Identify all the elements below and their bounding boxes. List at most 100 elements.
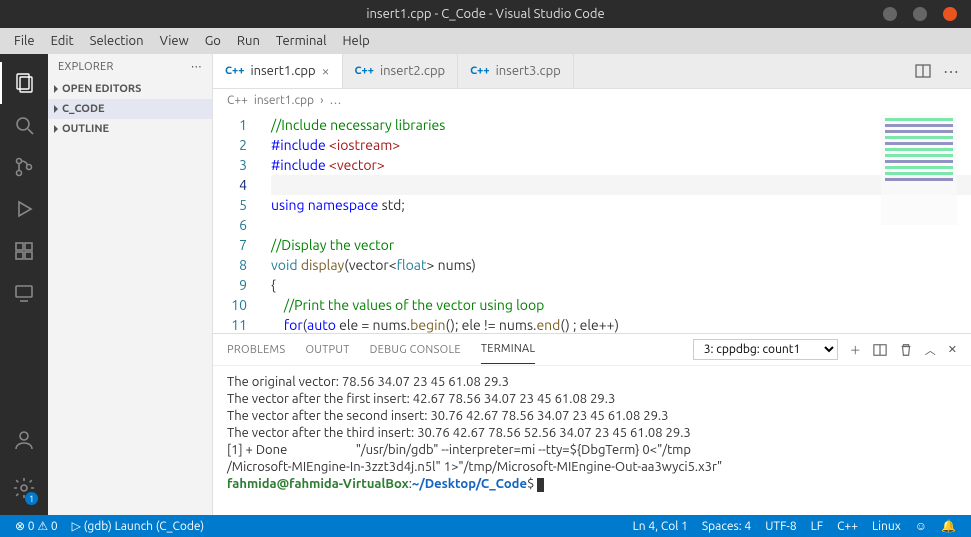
window-title: insert1.cpp - C_Code - Visual Studio Cod… [366, 7, 604, 21]
sidebar-section-label: OPEN EDITORS [62, 83, 141, 95]
chevron-right-icon [54, 85, 58, 93]
close-panel-icon[interactable]: ✕ [948, 343, 957, 356]
cpp-file-icon: C++ [470, 65, 489, 77]
code-line[interactable]: //Include necessary libraries [271, 115, 971, 135]
menu-run[interactable]: Run [229, 30, 268, 52]
accounts-icon[interactable] [0, 419, 48, 461]
chevron-right-icon [54, 125, 58, 133]
sidebar-open-editors[interactable]: OPEN EDITORS [48, 79, 212, 99]
panel-tab-output[interactable]: OUTPUT [305, 336, 349, 364]
tab-insert1-cpp[interactable]: C++insert1.cpp× [213, 54, 343, 88]
chevron-right-icon: › [320, 94, 323, 107]
menu-file[interactable]: File [6, 30, 43, 52]
sidebar-outline[interactable]: OUTLINE [48, 119, 212, 139]
line-number: 9 [213, 275, 247, 295]
breadcrumb[interactable]: C++ insert1.cpp › … [213, 89, 971, 111]
split-terminal-icon[interactable] [873, 343, 887, 357]
code-line[interactable]: //Print the values of the vector using l… [271, 295, 971, 315]
close-button[interactable] [943, 7, 957, 21]
breadcrumb-more: … [329, 94, 341, 107]
close-tab-icon[interactable]: × [322, 63, 330, 79]
code-line[interactable]: for(auto ele = nums.begin(); ele != nums… [271, 315, 971, 333]
code-line[interactable]: #include <iostream> [271, 135, 971, 155]
cpp-file-icon: C++ [227, 94, 248, 107]
line-number: 4 [213, 175, 247, 195]
status-os[interactable]: Linux [865, 519, 908, 533]
line-number: 8 [213, 255, 247, 275]
terminal-line: [1] + Done "/usr/bin/gdb" --interpreter=… [227, 442, 957, 459]
tab-insert3-cpp[interactable]: C++insert3.cpp [458, 54, 574, 88]
sidebar-more-icon[interactable]: ⋯ [191, 60, 202, 73]
more-actions-icon[interactable]: ⋯ [943, 62, 959, 81]
panel-tab-problems[interactable]: PROBLEMS [227, 336, 285, 364]
maximize-button[interactable] [913, 7, 927, 21]
menubar: FileEditSelectionViewGoRunTerminalHelp [0, 28, 971, 54]
tab-insert2-cpp[interactable]: C++ insert2.cpp [343, 54, 459, 88]
terminal-selector[interactable]: 3: cppdbg: count1 [693, 339, 838, 360]
menu-go[interactable]: Go [197, 30, 229, 52]
kill-terminal-icon[interactable] [899, 343, 913, 357]
cpp-file-icon: C++ [225, 65, 244, 77]
code-line[interactable] [271, 175, 971, 195]
line-number: 3 [213, 155, 247, 175]
line-number: 5 [213, 195, 247, 215]
status-launch-config[interactable]: ▷ (gdb) Launch (C_Code) [65, 519, 212, 533]
status-bar: ⊗ 0 ⚠ 0▷ (gdb) Launch (C_Code) Ln 4, Col… [0, 515, 971, 537]
status-errors-warnings[interactable]: ⊗ 0 ⚠ 0 [8, 519, 65, 533]
remote-icon[interactable] [0, 272, 48, 314]
status-notifications[interactable]: 🔔 [934, 519, 963, 533]
status-eol[interactable]: LF [804, 519, 830, 533]
menu-help[interactable]: Help [334, 30, 377, 52]
status-language[interactable]: C++ [830, 519, 865, 533]
panel: PROBLEMS OUTPUT DEBUG CONSOLE TERMINAL 3: c… [213, 333, 971, 515]
sidebar-folder[interactable]: C_CODE [48, 99, 212, 119]
code-line[interactable]: void display(vector<float> nums) [271, 255, 971, 275]
sidebar: EXPLORER ⋯ OPEN EDITORS C_CODE OUTLINE [48, 54, 213, 515]
split-editor-icon[interactable] [915, 63, 931, 79]
activity-bar: 1 [0, 54, 48, 515]
run-debug-icon[interactable] [0, 188, 48, 230]
terminal[interactable]: The original vector: 78.56 34.07 23 45 6… [213, 366, 971, 515]
status-encoding[interactable]: UTF-8 [758, 519, 803, 533]
line-number: 11 [213, 315, 247, 333]
code-line[interactable] [271, 215, 971, 235]
panel-tab-terminal[interactable]: TERMINAL [481, 335, 536, 364]
terminal-line: The vector after the first insert: 42.67… [227, 391, 957, 408]
source-control-icon[interactable] [0, 146, 48, 188]
maximize-panel-icon[interactable]: ︿ [925, 342, 936, 358]
minimize-button[interactable] [883, 7, 897, 21]
status-feedback[interactable]: ☺ [908, 519, 934, 533]
terminal-prompt: fahmida@fahmida-VirtualBox:~/Desktop/C_C… [227, 476, 957, 493]
menu-terminal[interactable]: Terminal [268, 30, 335, 52]
menu-edit[interactable]: Edit [43, 30, 82, 52]
line-number: 1 [213, 115, 247, 135]
terminal-line: The vector after the third insert: 30.76… [227, 425, 957, 442]
terminal-line: /Microsoft-MIEngine-In-3zzt3d4j.n5l" 1>"… [227, 459, 957, 476]
search-icon[interactable] [0, 104, 48, 146]
status-cursor-pos[interactable]: Ln 4, Col 1 [626, 519, 695, 533]
extensions-icon[interactable] [0, 230, 48, 272]
menu-selection[interactable]: Selection [82, 30, 152, 52]
new-terminal-icon[interactable]: ＋ [850, 342, 861, 358]
settings-gear-icon[interactable]: 1 [0, 467, 48, 509]
code-line[interactable]: #include <vector> [271, 155, 971, 175]
line-number: 2 [213, 135, 247, 155]
terminal-cursor [537, 478, 544, 492]
minimap[interactable] [881, 115, 957, 225]
line-number: 7 [213, 235, 247, 255]
code-editor[interactable]: 1234567891011 //Include necessary librar… [213, 111, 971, 333]
panel-tab-debug-console[interactable]: DEBUG CONSOLE [370, 336, 461, 364]
status-indent[interactable]: Spaces: 4 [695, 519, 758, 533]
menu-view[interactable]: View [152, 30, 197, 52]
cpp-file-icon: C++ [355, 65, 374, 77]
terminal-line: The original vector: 78.56 34.07 23 45 6… [227, 374, 957, 391]
tab-label: insert2.cpp [380, 64, 445, 78]
terminal-line: The vector after the second insert: 30.7… [227, 408, 957, 425]
sidebar-section-label: OUTLINE [62, 123, 109, 135]
breadcrumb-file: insert1.cpp [254, 94, 314, 107]
code-line[interactable]: using namespace std; [271, 195, 971, 215]
explorer-icon[interactable] [0, 62, 48, 104]
code-line[interactable]: //Display the vector [271, 235, 971, 255]
sidebar-title: EXPLORER [58, 61, 114, 73]
code-line[interactable]: { [271, 275, 971, 295]
